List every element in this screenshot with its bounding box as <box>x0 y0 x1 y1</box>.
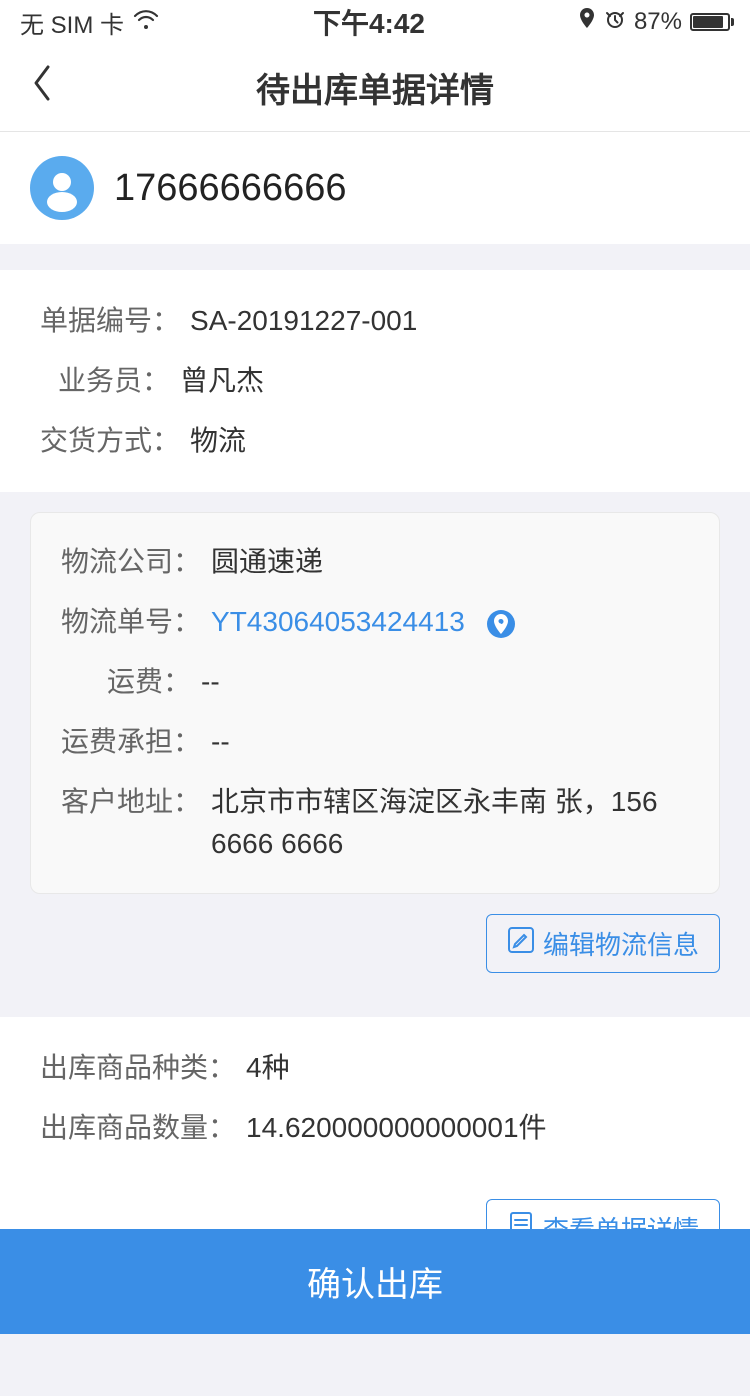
tracking-location-icon[interactable] <box>485 608 517 640</box>
address-row: 客户地址： 北京市市辖区海淀区永丰南 张，156 6666 6666 <box>61 781 689 865</box>
company-row: 物流公司： 圆通速递 <box>61 541 689 583</box>
profile-section: 17666666666 <box>0 132 750 244</box>
goods-quantity-label: 出库商品数量： <box>40 1107 246 1149</box>
edit-logistics-label: 编辑物流信息 <box>543 925 699 962</box>
battery-percentage: 87% <box>634 8 682 36</box>
goods-quantity-value: 14.620000000000001件 <box>246 1107 710 1149</box>
tracking-value: YT43064053424413 <box>211 601 689 643</box>
status-right: 87% <box>578 8 730 37</box>
staff-row: 业务员： 曾凡杰 <box>40 360 710 402</box>
section-gap <box>0 997 750 1017</box>
back-button[interactable] <box>30 63 54 112</box>
edit-icon <box>507 926 535 961</box>
carrier-text: 无 SIM 卡 <box>20 5 124 40</box>
delivery-label: 交货方式： <box>40 420 190 462</box>
address-label: 客户地址： <box>61 781 211 823</box>
staff-label: 业务员： <box>40 360 180 402</box>
order-no-value: SA-20191227-001 <box>190 300 710 342</box>
delivery-value: 物流 <box>190 420 710 462</box>
tracking-label: 物流单号： <box>61 601 211 643</box>
avatar <box>30 156 94 220</box>
main-content: 17666666666 单据编号： SA-20191227-001 业务员： 曾… <box>0 132 750 1396</box>
tracking-row: 物流单号： YT43064053424413 <box>61 601 689 643</box>
edit-logistics-container: 编辑物流信息 <box>0 914 750 997</box>
freight-value: -- <box>201 661 689 703</box>
freight-row: 运费： -- <box>61 661 689 703</box>
delivery-row: 交货方式： 物流 <box>40 420 710 462</box>
battery-icon <box>690 13 730 31</box>
freight-label: 运费： <box>61 661 201 703</box>
goods-types-row: 出库商品种类： 4种 <box>40 1047 710 1089</box>
order-info-section: 单据编号： SA-20191227-001 业务员： 曾凡杰 交货方式： 物流 <box>0 270 750 492</box>
nav-bar: 待出库单据详情 <box>0 44 750 132</box>
staff-value: 曾凡杰 <box>180 360 710 402</box>
freight-bearer-value: -- <box>211 721 689 763</box>
company-value: 圆通速递 <box>211 541 689 583</box>
company-label: 物流公司： <box>61 541 211 583</box>
dashed-divider <box>0 244 750 250</box>
phone-number: 17666666666 <box>114 167 346 210</box>
edit-logistics-button[interactable]: 编辑物流信息 <box>486 914 720 973</box>
location-status-icon <box>578 8 596 37</box>
goods-section: 出库商品种类： 4种 出库商品数量： 14.620000000000001件 <box>0 1017 750 1179</box>
confirm-btn-container: 确认出库 <box>0 1229 750 1334</box>
goods-types-value: 4种 <box>246 1047 710 1089</box>
freight-bearer-row: 运费承担： -- <box>61 721 689 763</box>
status-left: 无 SIM 卡 <box>20 5 160 40</box>
page-title: 待出库单据详情 <box>256 63 494 112</box>
status-time: 下午4:42 <box>313 2 425 42</box>
status-bar: 无 SIM 卡 下午4:42 87% <box>0 0 750 44</box>
logistics-card: 物流公司： 圆通速递 物流单号： YT43064053424413 运费： --… <box>30 512 720 894</box>
order-no-row: 单据编号： SA-20191227-001 <box>40 300 710 342</box>
address-value: 北京市市辖区海淀区永丰南 张，156 6666 6666 <box>211 781 689 865</box>
confirm-outbound-button[interactable]: 确认出库 <box>0 1257 750 1306</box>
goods-quantity-row: 出库商品数量： 14.620000000000001件 <box>40 1107 710 1149</box>
wifi-icon <box>132 8 160 36</box>
alarm-icon <box>604 8 626 37</box>
freight-bearer-label: 运费承担： <box>61 721 211 763</box>
goods-types-label: 出库商品种类： <box>40 1047 246 1089</box>
order-no-label: 单据编号： <box>40 300 190 342</box>
